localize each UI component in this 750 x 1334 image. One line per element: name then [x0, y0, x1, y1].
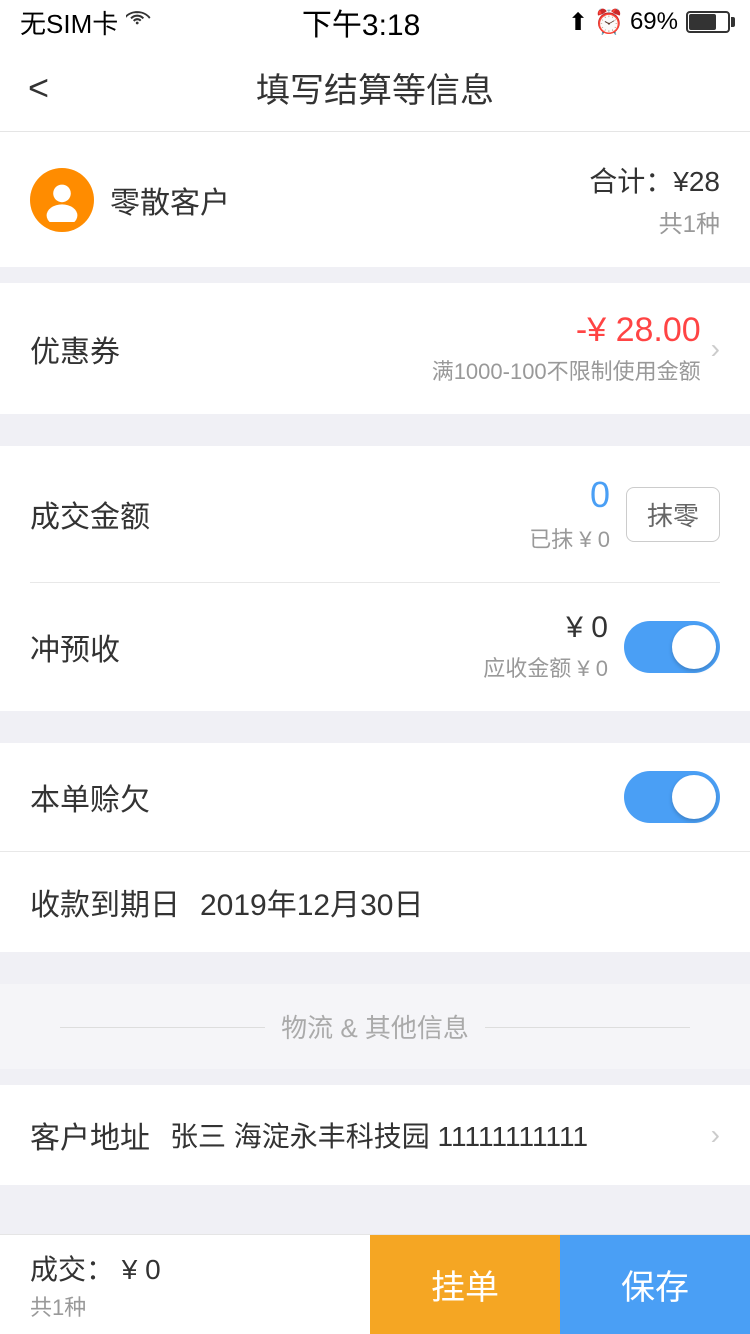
section-gap-3 [0, 968, 750, 984]
content: 零散客户 合计：¥28 共1种 优惠券 -¥ 28.00 满1000-100不限… [0, 132, 750, 1321]
address-section[interactable]: 客户地址 张三 海淀永丰科技园 11111111111 › [0, 1085, 750, 1185]
transaction-label: 成交金额 [30, 492, 150, 536]
transaction-col: 已抹 ¥ 0 [510, 474, 610, 554]
coupon-right: -¥ 28.00 满1000-100不限制使用金额 › [432, 311, 720, 386]
save-button[interactable]: 保存 [560, 1235, 750, 1334]
debt-toggle[interactable] [624, 771, 720, 823]
status-right: ⬆ ⏰ 69% [568, 8, 730, 37]
address-label: 客户地址 [30, 1113, 150, 1157]
nav-bar: < 填写结算等信息 [0, 44, 750, 132]
transaction-section: 成交金额 已抹 ¥ 0 抹零 冲预收 ¥ 0 应收金额 ¥ 0 [0, 446, 750, 711]
avatar [30, 168, 94, 232]
debt-section: 本单赊欠 收款到期日 2019年12月30日 [0, 743, 750, 952]
section-gap-2 [0, 727, 750, 743]
customer-row: 零散客户 合计：¥28 共1种 [0, 132, 750, 267]
due-date-value: 2019年12月30日 [200, 880, 423, 924]
customer-section: 零散客户 合计：¥28 共1种 [0, 132, 750, 267]
debt-toggle-knob [672, 775, 716, 819]
deal-label: 成交： [30, 1254, 114, 1285]
transaction-right: 已抹 ¥ 0 抹零 [510, 474, 720, 554]
total-count: 共1种 [589, 204, 720, 239]
logistics-section: 物流 & 其他信息 [0, 984, 750, 1069]
alarm-icon: ⏰ [594, 8, 624, 37]
total-amount: 合计：¥28 [589, 160, 720, 200]
customer-left: 零散客户 [30, 168, 230, 232]
chevron-right-icon: › [711, 333, 720, 365]
wifi-icon [126, 7, 154, 38]
logistics-title: 物流 & 其他信息 [265, 1008, 485, 1045]
prepayment-toggle[interactable] [624, 621, 720, 673]
toggle-knob [672, 625, 716, 669]
bottom-bar: 成交： ¥ 0 共1种 挂单 保存 [0, 1234, 750, 1334]
bottom-deal: 成交： ¥ 0 [30, 1248, 340, 1288]
hang-button[interactable]: 挂单 [370, 1235, 560, 1334]
coupon-description: 满1000-100不限制使用金额 [432, 354, 701, 386]
status-left: 无SIM卡 [20, 4, 154, 41]
prepayment-amount: ¥ 0 [566, 611, 608, 645]
prepayment-sub: 应收金额 ¥ 0 [483, 651, 608, 683]
debt-row: 本单赊欠 [0, 743, 750, 851]
coupon-amount: -¥ 28.00 [432, 311, 701, 350]
debt-right [624, 771, 720, 823]
deal-amount: ¥ 0 [122, 1254, 161, 1285]
network-label: 无SIM卡 [20, 4, 118, 41]
due-date-row: 收款到期日 2019年12月30日 [0, 851, 750, 952]
prepayment-right: ¥ 0 应收金额 ¥ 0 [483, 611, 720, 683]
address-row[interactable]: 客户地址 张三 海淀永丰科技园 11111111111 › [0, 1085, 750, 1185]
battery-percent: 69% [630, 8, 678, 36]
prepayment-col: ¥ 0 应收金额 ¥ 0 [483, 611, 608, 683]
customer-right: 合计：¥28 共1种 [589, 160, 720, 239]
prepayment-row: 冲预收 ¥ 0 应收金额 ¥ 0 [0, 583, 750, 711]
logistics-header: 物流 & 其他信息 [0, 984, 750, 1069]
status-time: 下午3:18 [302, 0, 420, 44]
coupon-row[interactable]: 优惠券 -¥ 28.00 满1000-100不限制使用金额 › [0, 283, 750, 414]
round-zero-button[interactable]: 抹零 [626, 487, 720, 542]
status-bar: 无SIM卡 下午3:18 ⬆ ⏰ 69% [0, 0, 750, 44]
coupon-info: -¥ 28.00 满1000-100不限制使用金额 [432, 311, 701, 386]
transaction-row: 成交金额 已抹 ¥ 0 抹零 [0, 446, 750, 582]
page-title: 填写结算等信息 [256, 63, 494, 112]
battery-icon [686, 11, 730, 33]
bottom-count: 共1种 [30, 1290, 340, 1322]
bottom-info: 成交： ¥ 0 共1种 [0, 1248, 370, 1322]
address-chevron-icon: › [711, 1119, 720, 1151]
coupon-label: 优惠券 [30, 327, 120, 371]
coupon-section[interactable]: 优惠券 -¥ 28.00 满1000-100不限制使用金额 › [0, 283, 750, 414]
back-button[interactable]: < [28, 67, 49, 109]
location-icon: ⬆ [568, 8, 588, 37]
due-date-label: 收款到期日 [30, 880, 180, 924]
debt-label: 本单赊欠 [30, 775, 150, 819]
section-gap-1 [0, 430, 750, 446]
transaction-input[interactable] [510, 474, 610, 516]
address-value: 张三 海淀永丰科技园 11111111111 [170, 1115, 711, 1155]
prepayment-label: 冲预收 [30, 625, 120, 669]
customer-name: 零散客户 [110, 178, 230, 222]
transaction-sub: 已抹 ¥ 0 [529, 522, 610, 554]
